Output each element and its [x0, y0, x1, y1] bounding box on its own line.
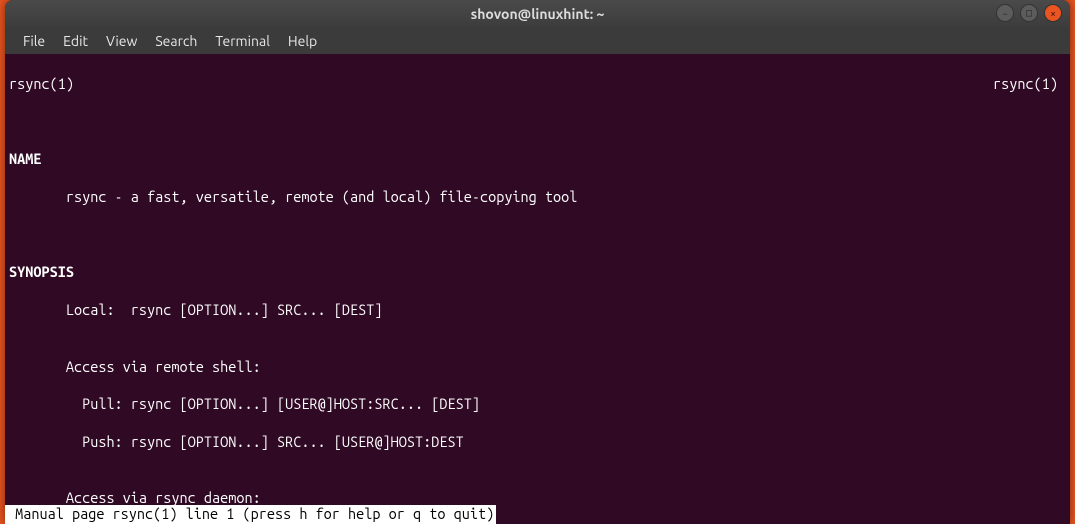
window-title: shovon@linuxhint: ~	[471, 6, 605, 22]
name-line: rsync - a fast, versatile, remote (and l…	[9, 188, 1066, 207]
menu-search[interactable]: Search	[147, 30, 205, 52]
maximize-button[interactable]: □	[1020, 4, 1038, 22]
close-button[interactable]: ×	[1044, 4, 1062, 22]
menu-edit[interactable]: Edit	[55, 30, 96, 52]
section-heading-name: NAME	[9, 150, 1066, 169]
section-heading-synopsis: SYNOPSIS	[9, 263, 1066, 282]
terminal-viewport[interactable]: rsync(1) rsync(1) NAME rsync - a fast, ve…	[5, 54, 1070, 524]
menubar: File Edit View Search Terminal Help	[5, 28, 1070, 54]
blank-line	[9, 113, 1066, 132]
synopsis-line: Pull: rsync [OPTION...] [USER@]HOST:SRC.…	[9, 395, 1066, 414]
man-header-right: rsync(1)	[993, 75, 1058, 94]
synopsis-line: Local: rsync [OPTION...] SRC... [DEST]	[9, 301, 1066, 320]
synopsis-line: Access via remote shell:	[9, 358, 1066, 377]
menu-terminal[interactable]: Terminal	[207, 30, 278, 52]
man-header-left: rsync(1)	[9, 75, 74, 94]
menu-view[interactable]: View	[98, 30, 145, 52]
window-controls: − □ ×	[996, 4, 1062, 22]
minimize-button[interactable]: −	[996, 4, 1014, 22]
man-header-row: rsync(1) rsync(1)	[9, 75, 1066, 94]
minimize-icon: −	[1002, 8, 1008, 19]
blank-line	[9, 226, 1066, 245]
menu-help[interactable]: Help	[280, 30, 325, 52]
terminal-window: shovon@linuxhint: ~ − □ × File Edit View…	[5, 0, 1070, 524]
close-icon: ×	[1050, 8, 1056, 19]
menu-file[interactable]: File	[15, 30, 53, 52]
maximize-icon: □	[1026, 7, 1032, 19]
man-status-line: Manual page rsync(1) line 1 (press h for…	[5, 505, 496, 524]
titlebar[interactable]: shovon@linuxhint: ~ − □ ×	[5, 0, 1070, 28]
synopsis-line: Push: rsync [OPTION...] SRC... [USER@]HO…	[9, 433, 1066, 452]
